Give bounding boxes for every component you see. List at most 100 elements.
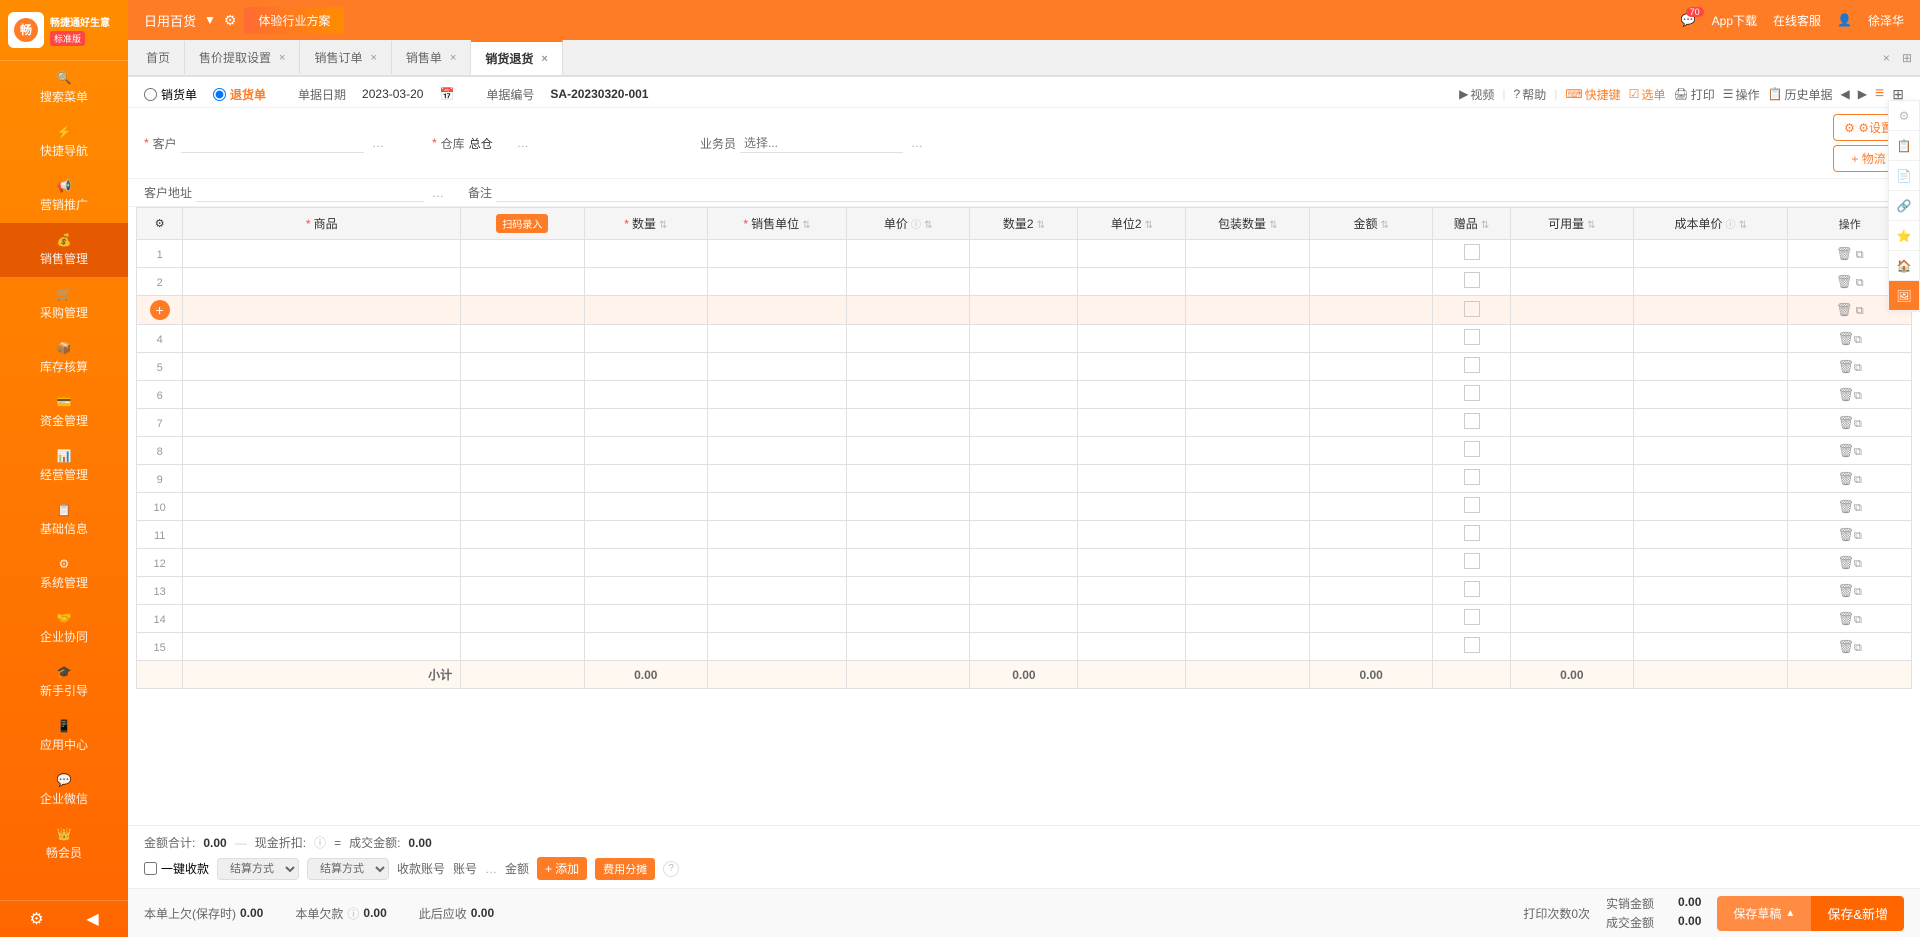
product-input-active[interactable] [187, 303, 456, 317]
copy-row-btn[interactable]: ⧉ [1854, 558, 1862, 570]
delete-row-btn[interactable]: 🗑 [1838, 611, 1855, 626]
unit-price-sort-icon[interactable]: ⇅ [924, 220, 932, 231]
dropdown-icon[interactable]: ▼ [204, 13, 216, 27]
product-input[interactable] [187, 275, 456, 289]
col-settings-header[interactable]: ⚙ [137, 208, 183, 240]
sale-unit-sort-icon[interactable]: ⇅ [802, 220, 810, 231]
delete-row-btn[interactable]: 🗑 [1838, 527, 1855, 542]
settings-bottom-icon[interactable]: ⚙ [29, 909, 43, 929]
status-label-2-info[interactable]: ⓘ [347, 905, 359, 922]
experience-button[interactable]: 体验行业方案 [244, 7, 344, 34]
header-settings-icon[interactable]: ⚙ [224, 12, 237, 29]
copy-row-btn[interactable]: ⧉ [1854, 474, 1862, 486]
history-btn[interactable]: 📋 历史单据 [1767, 86, 1832, 103]
save-draft-button[interactable]: 保存草稿 ▲ [1717, 896, 1811, 931]
cost-price-info-icon[interactable]: ⓘ [1726, 220, 1736, 231]
gift-checkbox[interactable] [1464, 609, 1480, 625]
qty2-sort-icon[interactable]: ⇅ [1037, 220, 1045, 231]
tab-sale-return[interactable]: 销货退货 × [471, 40, 562, 75]
right-icon-3[interactable]: 📄 [1889, 161, 1919, 191]
delete-row-btn[interactable]: 🗑 [1836, 302, 1853, 317]
video-btn[interactable]: ▶ 视频 [1459, 86, 1494, 103]
online-service-link[interactable]: 在线客服 [1773, 12, 1821, 29]
sidebar-item-enterprise[interactable]: 🤝 企业协同 [0, 601, 128, 655]
copy-row-btn[interactable]: ⧉ [1854, 362, 1862, 374]
right-icon-7[interactable]: 🖼 [1889, 281, 1919, 311]
remark-input[interactable] [496, 183, 1904, 202]
available-input[interactable] [1515, 247, 1629, 261]
sidebar-item-sales[interactable]: 💰 销售管理 [0, 223, 128, 277]
one-click-pay-label[interactable]: 一键收款 [144, 860, 209, 877]
one-click-pay-checkbox[interactable] [144, 862, 157, 875]
sidebar-item-member[interactable]: 👑 畅会员 [0, 817, 128, 871]
sidebar-item-shortcut[interactable]: ⚡ 快捷导航 [0, 115, 128, 169]
add-row-button[interactable]: + [150, 300, 170, 320]
radio-return[interactable]: 退货单 [213, 86, 266, 103]
delete-row-btn[interactable]: 🗑 [1836, 274, 1853, 289]
tab-sale-delivery-close[interactable]: × [450, 52, 456, 64]
unit-price-info-icon[interactable]: ⓘ [911, 220, 921, 231]
select-btn[interactable]: ☑ 选单 [1629, 86, 1666, 103]
fee-split-button[interactable]: 费用分摊 [595, 858, 655, 880]
delete-row-btn[interactable]: 🗑 [1838, 443, 1855, 458]
gift-checkbox[interactable] [1464, 497, 1480, 513]
sidebar-item-search[interactable]: 🔍 搜索菜单 [0, 61, 128, 115]
cost-price-sort-icon[interactable]: ⇅ [1739, 220, 1747, 231]
gift-checkbox[interactable] [1464, 357, 1480, 373]
salesperson-input[interactable] [740, 134, 903, 153]
sidebar-item-marketing[interactable]: 📢 营销推广 [0, 169, 128, 223]
next-btn[interactable]: ▶ [1858, 87, 1867, 101]
tab-close-all-icon[interactable]: × [1879, 47, 1894, 69]
help-btn[interactable]: ? 帮助 [1514, 86, 1547, 103]
gift-checkbox[interactable] [1464, 581, 1480, 597]
copy-row-btn[interactable]: ⧉ [1854, 614, 1862, 626]
copy-row-btn[interactable]: ⧉ [1854, 418, 1862, 430]
sidebar-item-operations[interactable]: 📊 经营管理 [0, 439, 128, 493]
gift-checkbox[interactable] [1464, 469, 1480, 485]
sidebar-item-apps[interactable]: 📱 应用中心 [0, 709, 128, 763]
delete-row-btn[interactable]: 🗑 [1838, 639, 1855, 654]
unit-price-input[interactable] [851, 247, 965, 261]
gift-checkbox[interactable] [1464, 385, 1480, 401]
delete-row-btn[interactable]: 🗑 [1836, 246, 1853, 261]
copy-row-btn[interactable]: ⧉ [1854, 502, 1862, 514]
add-fee-button[interactable]: + 添加 [537, 857, 587, 880]
unit2-input[interactable] [1082, 247, 1181, 261]
delete-row-btn[interactable]: 🗑 [1838, 499, 1855, 514]
radio-sale-delivery[interactable]: 销货单 [144, 86, 197, 103]
radio-return-input[interactable] [213, 88, 226, 101]
copy-row-btn[interactable]: ⧉ [1854, 446, 1862, 458]
copy-row-btn[interactable]: ⧉ [1856, 249, 1864, 261]
address-input[interactable] [196, 183, 424, 202]
sidebar-item-guide[interactable]: 🎓 新手引导 [0, 655, 128, 709]
calendar-icon[interactable]: 📅 [439, 87, 454, 101]
tab-sale-return-close[interactable]: × [541, 53, 547, 65]
address-picker-icon[interactable]: … [432, 186, 444, 200]
settle-method-select[interactable]: 结算方式 [217, 858, 299, 880]
delete-row-btn[interactable]: 🗑 [1838, 583, 1855, 598]
tab-home[interactable]: 首页 [132, 41, 185, 74]
save-new-button[interactable]: 保存&新增 [1811, 896, 1904, 931]
gift-checkbox[interactable] [1464, 301, 1480, 317]
copy-row-btn[interactable]: ⧉ [1856, 277, 1864, 289]
right-icon-6[interactable]: 🏠 [1889, 251, 1919, 281]
salesperson-picker-icon[interactable]: … [911, 136, 923, 150]
copy-row-btn[interactable]: ⧉ [1854, 334, 1862, 346]
unit2-sort-icon[interactable]: ⇅ [1145, 220, 1153, 231]
copy-row-btn[interactable]: ⧉ [1854, 586, 1862, 598]
tab-sale-order-close[interactable]: × [370, 52, 376, 64]
sidebar-item-basic[interactable]: 📋 基础信息 [0, 493, 128, 547]
right-icon-4[interactable]: 🔗 [1889, 191, 1919, 221]
delete-row-btn[interactable]: 🗑 [1838, 471, 1855, 486]
customer-picker-icon[interactable]: … [372, 136, 384, 150]
message-icon-container[interactable]: 💬 70 [1681, 13, 1696, 27]
operate-btn[interactable]: ☰ 操作 [1723, 86, 1760, 103]
gift-checkbox[interactable] [1464, 329, 1480, 345]
delete-row-btn[interactable]: 🗑 [1838, 415, 1855, 430]
copy-row-btn[interactable]: ⧉ [1856, 305, 1864, 317]
amount-input[interactable] [1314, 247, 1428, 261]
tab-sale-delivery[interactable]: 销售单 × [392, 41, 471, 74]
available-sort-icon[interactable]: ⇅ [1587, 220, 1595, 231]
discount-info-icon[interactable]: ⓘ [314, 834, 326, 851]
package-qty-input[interactable] [1190, 247, 1304, 261]
